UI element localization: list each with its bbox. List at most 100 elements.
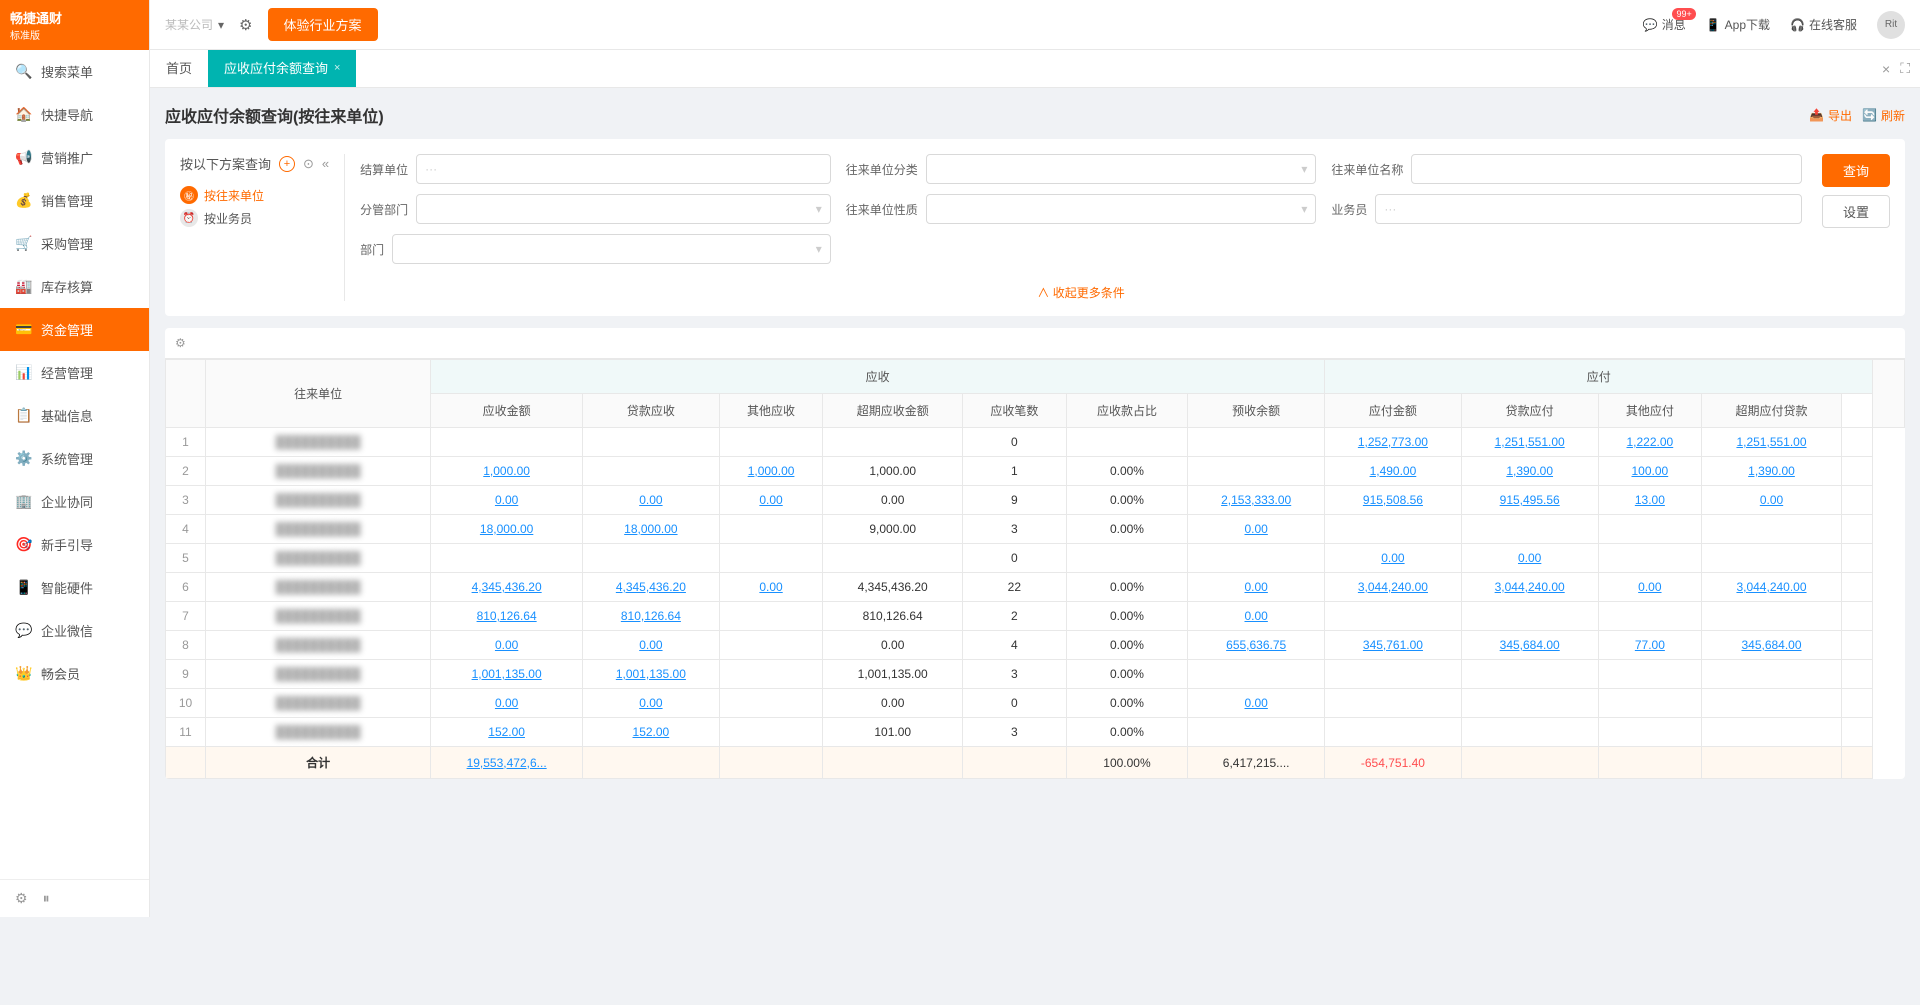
- tab-home[interactable]: 首页: [150, 50, 208, 87]
- sales-icon: 💰: [15, 192, 33, 209]
- export-button[interactable]: 📤 导出: [1809, 107, 1852, 124]
- sidebar-item-inventory[interactable]: 🏭库存核算: [0, 265, 149, 308]
- th-index: [166, 360, 206, 428]
- partner-name-input[interactable]: [1411, 154, 1802, 184]
- customer-service-label: 在线客服: [1809, 16, 1857, 33]
- tab-query-close-icon[interactable]: ×: [334, 62, 340, 74]
- search-panel: 按以下方案查询 + ⊙ « ㊙ 按往来单位 ⏰ 按业务员: [165, 139, 1905, 316]
- sidebar-item-label-guide: 新手引导: [41, 535, 93, 554]
- sidebar-item-system[interactable]: ⚙️系统管理: [0, 437, 149, 480]
- sidebar-item-quicknav[interactable]: 🏠快捷导航: [0, 93, 149, 136]
- sidebar-item-label-corp: 企业协同: [41, 492, 93, 511]
- guide-icon: 🎯: [15, 536, 33, 553]
- table-row: 5 ██████████ 0 0.00 0.00: [166, 544, 1905, 573]
- sidebar-item-search[interactable]: 🔍搜索菜单: [0, 50, 149, 93]
- partner-nature-select[interactable]: ▾: [926, 194, 1317, 224]
- refresh-icon: 🔄: [1862, 108, 1877, 122]
- total-label: 合计: [206, 747, 431, 779]
- salesman-input[interactable]: ···: [1375, 194, 1802, 224]
- user-avatar[interactable]: Rit: [1877, 11, 1905, 39]
- sidebar-collapse-icon[interactable]: ⏸: [43, 890, 50, 907]
- table-scroll-area[interactable]: 往来单位 应收 应付 应收金额 贷款应收 其他应收 超期应收金额 应收笔数 应收…: [165, 359, 1905, 779]
- topbar-dropdown-icon[interactable]: ▾: [218, 18, 224, 32]
- page-title: 应收应付余额查询(按往来单位): [165, 103, 384, 127]
- dept-select[interactable]: ▾: [392, 234, 831, 264]
- collapse-more-button[interactable]: ∧ 收起更多条件: [1037, 286, 1124, 300]
- topbar-settings-icon[interactable]: ⚙: [239, 16, 252, 34]
- topbar-solution-button[interactable]: 体验行业方案: [268, 8, 378, 41]
- query-button[interactable]: 查询: [1822, 154, 1890, 187]
- total-row: 合计 19,553,472,6... 100.00% 6,417,215....…: [166, 747, 1905, 779]
- system-icon: ⚙️: [15, 450, 33, 467]
- topbar-app-download[interactable]: 📱 App下载: [1706, 16, 1770, 33]
- dept-manage-select[interactable]: ▾: [416, 194, 831, 224]
- row-partner: ██████████: [206, 486, 431, 515]
- total-empty: [166, 747, 206, 779]
- sidebar-item-wechat[interactable]: 💬 企业微信: [0, 609, 149, 652]
- row-num: 4: [166, 515, 206, 544]
- sidebar-item-label-wechat: 企业微信: [41, 621, 93, 640]
- sidebar-item-capital[interactable]: 💳资金管理: [0, 308, 149, 351]
- field-partner-name: 往来单位名称: [1331, 154, 1802, 184]
- sidebar-logo-name: 畅捷通财: [10, 8, 62, 27]
- app-download-label: App下载: [1725, 16, 1770, 33]
- settings-button[interactable]: 设置: [1822, 195, 1890, 228]
- total-receivable-count: [963, 747, 1067, 779]
- sidebar-item-label-member: 畅会员: [41, 664, 80, 683]
- field-settlement-unit: 结算单位 ···: [360, 154, 831, 184]
- wechat-icon: 💬: [15, 622, 33, 639]
- fullscreen-icon[interactable]: ⛶: [1900, 60, 1910, 77]
- sidebar-item-guide[interactable]: 🎯 新手引导: [0, 523, 149, 566]
- total-other-payable: [1598, 747, 1702, 779]
- search-collapse-icon[interactable]: «: [322, 156, 329, 171]
- sidebar-nav: 🔍搜索菜单🏠快捷导航📢营销推广💰销售管理🛒采购管理🏭库存核算💳资金管理📊经营管理…: [0, 50, 149, 879]
- row-num: 1: [166, 428, 206, 457]
- sidebar-item-basic[interactable]: 📋基础信息: [0, 394, 149, 437]
- partner-category-label: 往来单位分类: [846, 161, 918, 178]
- mode-partner-icon: ㊙: [180, 186, 198, 204]
- topbar-customer-service[interactable]: 🎧 在线客服: [1790, 16, 1857, 33]
- app-icon: 📱: [1706, 18, 1721, 32]
- search-mode-by-salesman[interactable]: ⏰ 按业务员: [180, 209, 329, 227]
- tabs-right-actions: × ⛶: [1872, 50, 1920, 87]
- sidebar-item-corp[interactable]: 🏢企业协同: [0, 480, 149, 523]
- sidebar-item-purchase[interactable]: 🛒采购管理: [0, 222, 149, 265]
- topbar-right: 💬 消息 99+ 📱 App下载 🎧 在线客服 Rit: [1643, 11, 1905, 39]
- table-row: 6 ██████████ 4,345,436.20 4,345,436.20 0…: [166, 573, 1905, 602]
- field-salesman: 业务员 ···: [1331, 194, 1802, 224]
- search-panel-title: 按以下方案查询: [180, 154, 271, 173]
- operation-icon: 📊: [15, 364, 33, 381]
- th-receivable-count: 应收笔数: [963, 394, 1067, 428]
- chevron-down-icon3: ▾: [1301, 202, 1307, 216]
- sidebar-item-label-hardware: 智能硬件: [41, 578, 93, 597]
- table-row: 9 ██████████ 1,001,135.00 1,001,135.00 1…: [166, 660, 1905, 689]
- partner-category-select[interactable]: ▾: [926, 154, 1317, 184]
- tab-query[interactable]: 应收应付余额查询 ×: [208, 50, 356, 87]
- topbar-notification[interactable]: 💬 消息 99+: [1643, 16, 1686, 33]
- sidebar-item-sales[interactable]: 💰销售管理: [0, 179, 149, 222]
- search-mode-by-partner[interactable]: ㊙ 按往来单位: [180, 186, 329, 204]
- sidebar-item-operation[interactable]: 📊经营管理: [0, 351, 149, 394]
- sidebar-item-member[interactable]: 👑畅会员: [0, 652, 149, 695]
- refresh-button[interactable]: 🔄 刷新: [1862, 107, 1905, 124]
- field-dept-manage: 分管部门 ▾: [360, 194, 831, 224]
- th-payable-group: 应付: [1325, 360, 1873, 394]
- row-partner: ██████████: [206, 602, 431, 631]
- field-partner-nature: 往来单位性质 ▾: [846, 194, 1317, 224]
- total-loan-payable: [1461, 747, 1598, 779]
- sidebar-settings-icon[interactable]: ⚙: [15, 890, 28, 907]
- window-close-icon[interactable]: ×: [1882, 61, 1890, 77]
- sidebar-item-label-search: 搜索菜单: [41, 62, 93, 81]
- table-row: 7 ██████████ 810,126.64 810,126.64 810,1…: [166, 602, 1905, 631]
- search-settings-icon[interactable]: ⊙: [303, 156, 314, 172]
- table-settings-icon[interactable]: ⚙: [175, 336, 186, 350]
- th-overdue-receivable: 超期应收金额: [823, 394, 963, 428]
- table-row: 3 ██████████ 0.00 0.00 0.00 0.00 9 0.00%…: [166, 486, 1905, 515]
- sidebar-item-label-marketing: 营销推广: [41, 148, 93, 167]
- tab-home-label: 首页: [166, 58, 192, 77]
- sidebar-item-marketing[interactable]: 📢营销推广: [0, 136, 149, 179]
- sidebar-logo-edition: 标准版: [10, 27, 40, 42]
- settlement-unit-input[interactable]: ···: [416, 154, 831, 184]
- sidebar-item-hardware[interactable]: 📱智能硬件: [0, 566, 149, 609]
- search-add-icon[interactable]: +: [279, 156, 295, 172]
